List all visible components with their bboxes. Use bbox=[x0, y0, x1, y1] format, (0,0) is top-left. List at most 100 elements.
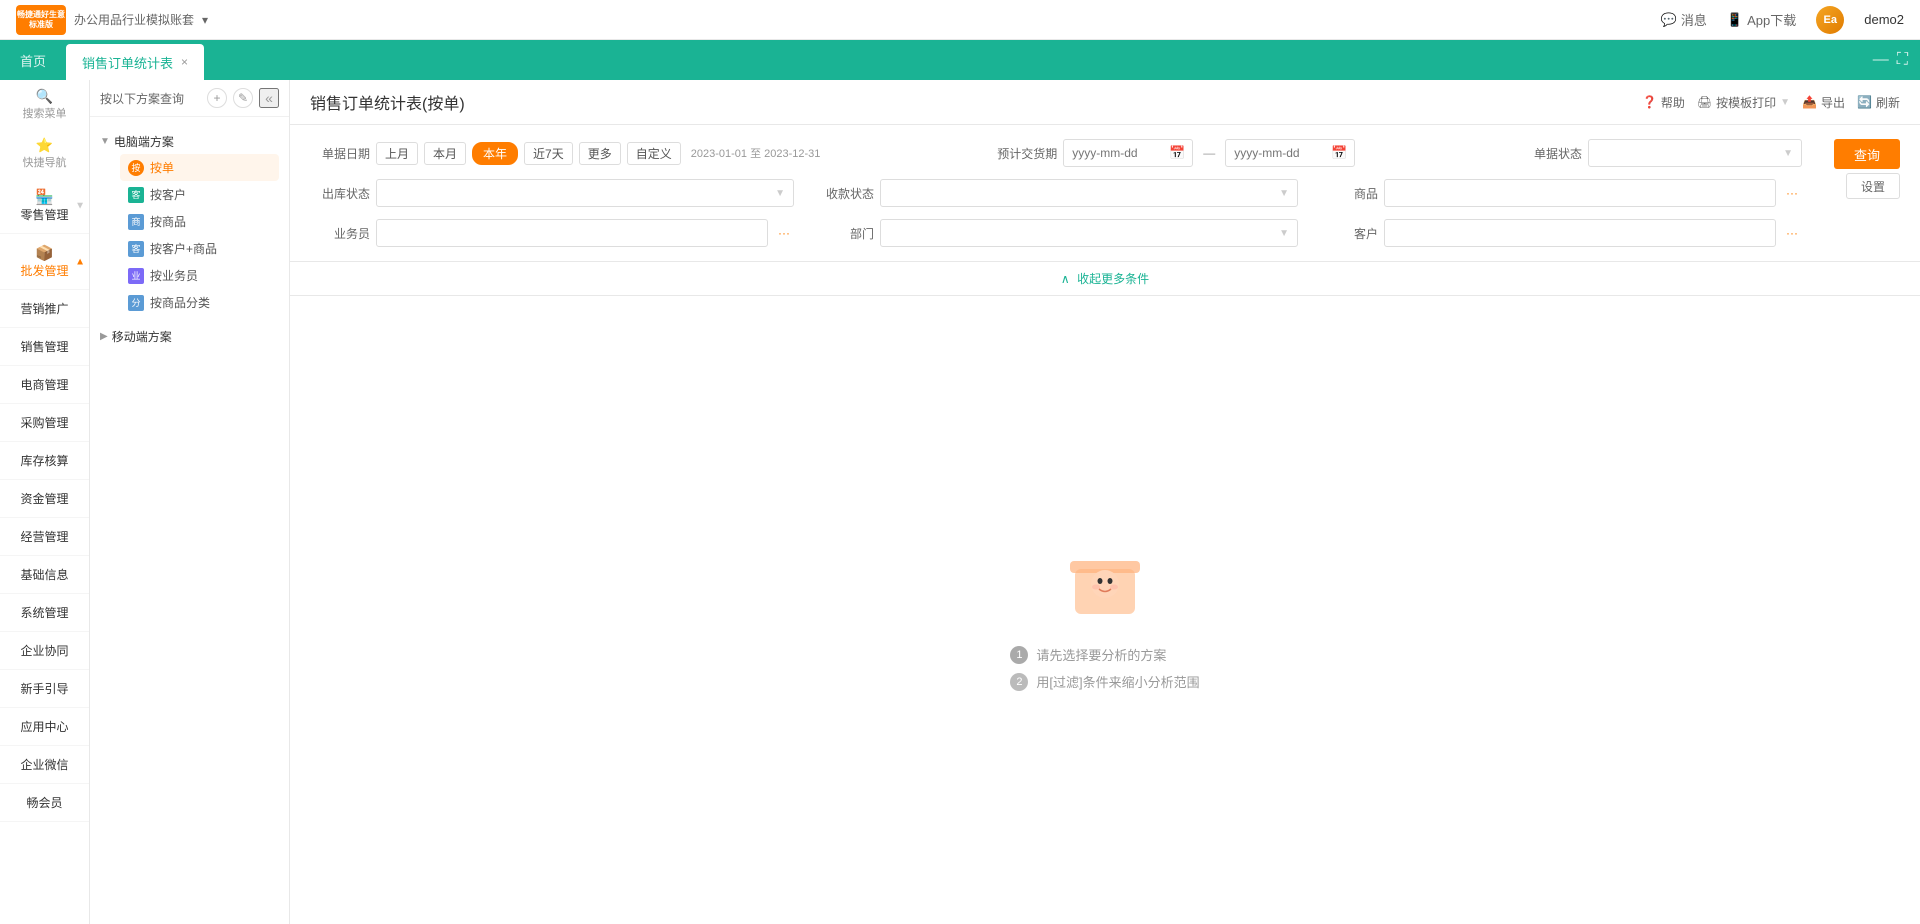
date-btn-more[interactable]: 更多 bbox=[579, 142, 621, 165]
setting-btn[interactable]: 设置 bbox=[1846, 173, 1900, 199]
date-btn-this-year[interactable]: 本年 bbox=[472, 142, 518, 165]
customer-more-btn[interactable]: ··· bbox=[1782, 226, 1802, 240]
sidebar-search[interactable]: 🔍 搜索菜单 bbox=[0, 80, 89, 129]
search-label: 搜索菜单 bbox=[23, 105, 67, 121]
receipt-status-select[interactable]: ▼ bbox=[880, 179, 1298, 207]
sidebar-item-appstore[interactable]: 应用中心 bbox=[0, 708, 89, 746]
purchase-label: 采购管理 bbox=[20, 414, 68, 431]
salesman-more-btn[interactable]: ··· bbox=[774, 226, 794, 240]
appstore-label: 应用中心 bbox=[20, 718, 68, 735]
scheme-item-by-order[interactable]: 按 按单 bbox=[120, 154, 279, 181]
query-btn[interactable]: 查询 bbox=[1834, 139, 1900, 169]
expected-date-label: 预计交货期 bbox=[987, 145, 1057, 162]
scheme-item-by-customer[interactable]: 客 按客户 bbox=[120, 181, 279, 208]
collapse-panel-btn[interactable]: « bbox=[259, 88, 279, 108]
hint-num-2: 2 bbox=[1010, 673, 1028, 691]
product-more-btn[interactable]: ··· bbox=[1782, 186, 1802, 200]
marketing-label: 营销推广 bbox=[20, 300, 68, 317]
scheme-label-by-product: 按商品 bbox=[150, 213, 186, 230]
tab-minimize-btn[interactable]: — bbox=[1873, 51, 1889, 69]
sidebar-quick-nav[interactable]: ⭐ 快捷导航 bbox=[0, 129, 89, 178]
pc-scheme-items: 按 按单 客 按客户 商 按商品 bbox=[100, 154, 279, 316]
date-range-text: 2023-01-01 至 2023-12-31 bbox=[691, 145, 821, 161]
scheme-item-by-customer-product[interactable]: 客 按客户+商品 bbox=[120, 235, 279, 262]
tab-home[interactable]: 首页 bbox=[0, 40, 66, 80]
add-scheme-btn[interactable]: + bbox=[207, 88, 227, 108]
template-print-label: 按模板打印 bbox=[1716, 94, 1776, 111]
date-btn-this-month[interactable]: 本月 bbox=[424, 142, 466, 165]
collapse-bar[interactable]: ∧ 收起更多条件 bbox=[290, 262, 1920, 296]
refresh-icon: 🔄 bbox=[1857, 95, 1872, 109]
expected-date-end[interactable]: 📅 bbox=[1225, 139, 1355, 167]
sidebar-item-sales[interactable]: 销售管理 bbox=[0, 328, 89, 366]
tab-expand-btn[interactable]: ⛶ bbox=[1897, 51, 1908, 69]
sidebar-item-purchase[interactable]: 采购管理 bbox=[0, 404, 89, 442]
wholesale-icon: 📦 bbox=[35, 244, 54, 262]
tab-close-btn[interactable]: × bbox=[181, 55, 188, 69]
avatar[interactable]: Ea bbox=[1816, 6, 1844, 34]
date-btn-last-month[interactable]: 上月 bbox=[376, 142, 418, 165]
sidebar-item-system[interactable]: 系统管理 bbox=[0, 594, 89, 632]
mobile-group-header[interactable]: ▶ 移动端方案 bbox=[100, 324, 279, 349]
tab-active-statistics[interactable]: 销售订单统计表 × bbox=[66, 44, 204, 80]
form-row-2: 出库状态 ▼ 收款状态 ▼ bbox=[310, 179, 1802, 207]
date-btn-last7[interactable]: 近7天 bbox=[524, 142, 573, 165]
sidebar-item-retail[interactable]: 🏪 零售管理 ▼ bbox=[0, 178, 89, 234]
sidebar-item-operations[interactable]: 经营管理 bbox=[0, 518, 89, 556]
scheme-label-by-order: 按单 bbox=[150, 159, 174, 176]
breadcrumb-dropdown-btn[interactable]: ▾ bbox=[202, 13, 208, 27]
calendar-icon-2: 📅 bbox=[1331, 145, 1347, 161]
query-form: 单据日期 上月 本月 本年 近7天 更多 自定义 2023-01-01 至 20… bbox=[290, 125, 1920, 262]
sidebar-item-member[interactable]: 畅会员 bbox=[0, 784, 89, 822]
delivery-status-select[interactable]: ▼ bbox=[376, 179, 794, 207]
customer-field: 客户 ··· bbox=[1318, 219, 1802, 247]
scheme-icon-by-order: 按 bbox=[128, 160, 144, 176]
sidebar-item-basic[interactable]: 基础信息 bbox=[0, 556, 89, 594]
finance-label: 资金管理 bbox=[20, 490, 68, 507]
sidebar-item-ecommerce[interactable]: 电商管理 bbox=[0, 366, 89, 404]
delivery-status-arrow-icon: ▼ bbox=[775, 188, 785, 199]
system-label: 系统管理 bbox=[20, 604, 68, 621]
salesman-input[interactable] bbox=[376, 219, 768, 247]
tab-bar-right: — ⛶ bbox=[1873, 51, 1920, 69]
left-panel-actions: + ✎ « bbox=[207, 88, 279, 108]
department-select[interactable]: ▼ bbox=[880, 219, 1298, 247]
expected-date-field: 预计交货期 📅 — 📅 bbox=[987, 139, 1355, 167]
sidebar-item-guide[interactable]: 新手引导 bbox=[0, 670, 89, 708]
edit-scheme-btn[interactable]: ✎ bbox=[233, 88, 253, 108]
template-print-btn[interactable]: 🖨 按模板打印 ▼ bbox=[1697, 94, 1790, 111]
customer-input[interactable] bbox=[1384, 219, 1776, 247]
top-header: 畅捷通好生意 标准版 办公用品行业模拟账套 ▾ 💬 消息 📱 App下载 Ea … bbox=[0, 0, 1920, 40]
sidebar-item-finance[interactable]: 资金管理 bbox=[0, 480, 89, 518]
avatar-text: Ea bbox=[1824, 14, 1837, 26]
pc-group-arrow-icon: ▼ bbox=[100, 136, 110, 147]
help-btn[interactable]: ❓ 帮助 bbox=[1642, 94, 1685, 111]
tab-active-label: 销售订单统计表 bbox=[82, 53, 173, 72]
order-status-select[interactable]: ▼ bbox=[1588, 139, 1802, 167]
sidebar-item-inventory[interactable]: 库存核算 bbox=[0, 442, 89, 480]
scheme-label-by-salesman: 按业务员 bbox=[150, 267, 198, 284]
pc-group-header[interactable]: ▼ 电脑端方案 bbox=[100, 129, 279, 154]
scheme-item-by-salesman[interactable]: 业 按业务员 bbox=[120, 262, 279, 289]
empty-state: 1 请先选择要分析的方案 2 用[过滤]条件来缩小分析范围 bbox=[290, 296, 1920, 924]
date-btn-custom[interactable]: 自定义 bbox=[627, 142, 681, 165]
export-btn[interactable]: 📤 导出 bbox=[1802, 94, 1845, 111]
product-input[interactable] bbox=[1384, 179, 1776, 207]
retail-arrow-icon: ▼ bbox=[75, 200, 85, 211]
sidebar-item-wechat[interactable]: 企业微信 bbox=[0, 746, 89, 784]
mobile-group-arrow-icon: ▶ bbox=[100, 331, 108, 342]
sidebar-item-enterprise[interactable]: 企业协同 bbox=[0, 632, 89, 670]
expected-date-start[interactable]: 📅 bbox=[1063, 139, 1193, 167]
app-download-btn[interactable]: 📱 App下载 bbox=[1727, 10, 1796, 29]
help-label: 帮助 bbox=[1661, 94, 1685, 111]
message-btn[interactable]: 💬 消息 bbox=[1661, 10, 1707, 29]
sidebar-item-marketing[interactable]: 营销推广 bbox=[0, 290, 89, 328]
sidebar-item-wholesale[interactable]: 📦 批发管理 ▲ bbox=[0, 234, 89, 290]
receipt-status-label: 收款状态 bbox=[814, 185, 874, 202]
refresh-btn[interactable]: 🔄 刷新 bbox=[1857, 94, 1900, 111]
scheme-item-by-category[interactable]: 分 按商品分类 bbox=[120, 289, 279, 316]
calendar-icon-1: 📅 bbox=[1169, 145, 1185, 161]
left-panel-title: 按以下方案查询 bbox=[100, 90, 184, 107]
scheme-item-by-product[interactable]: 商 按商品 bbox=[120, 208, 279, 235]
left-panel: 按以下方案查询 + ✎ « ▼ 电脑端方案 按 bbox=[90, 80, 290, 924]
